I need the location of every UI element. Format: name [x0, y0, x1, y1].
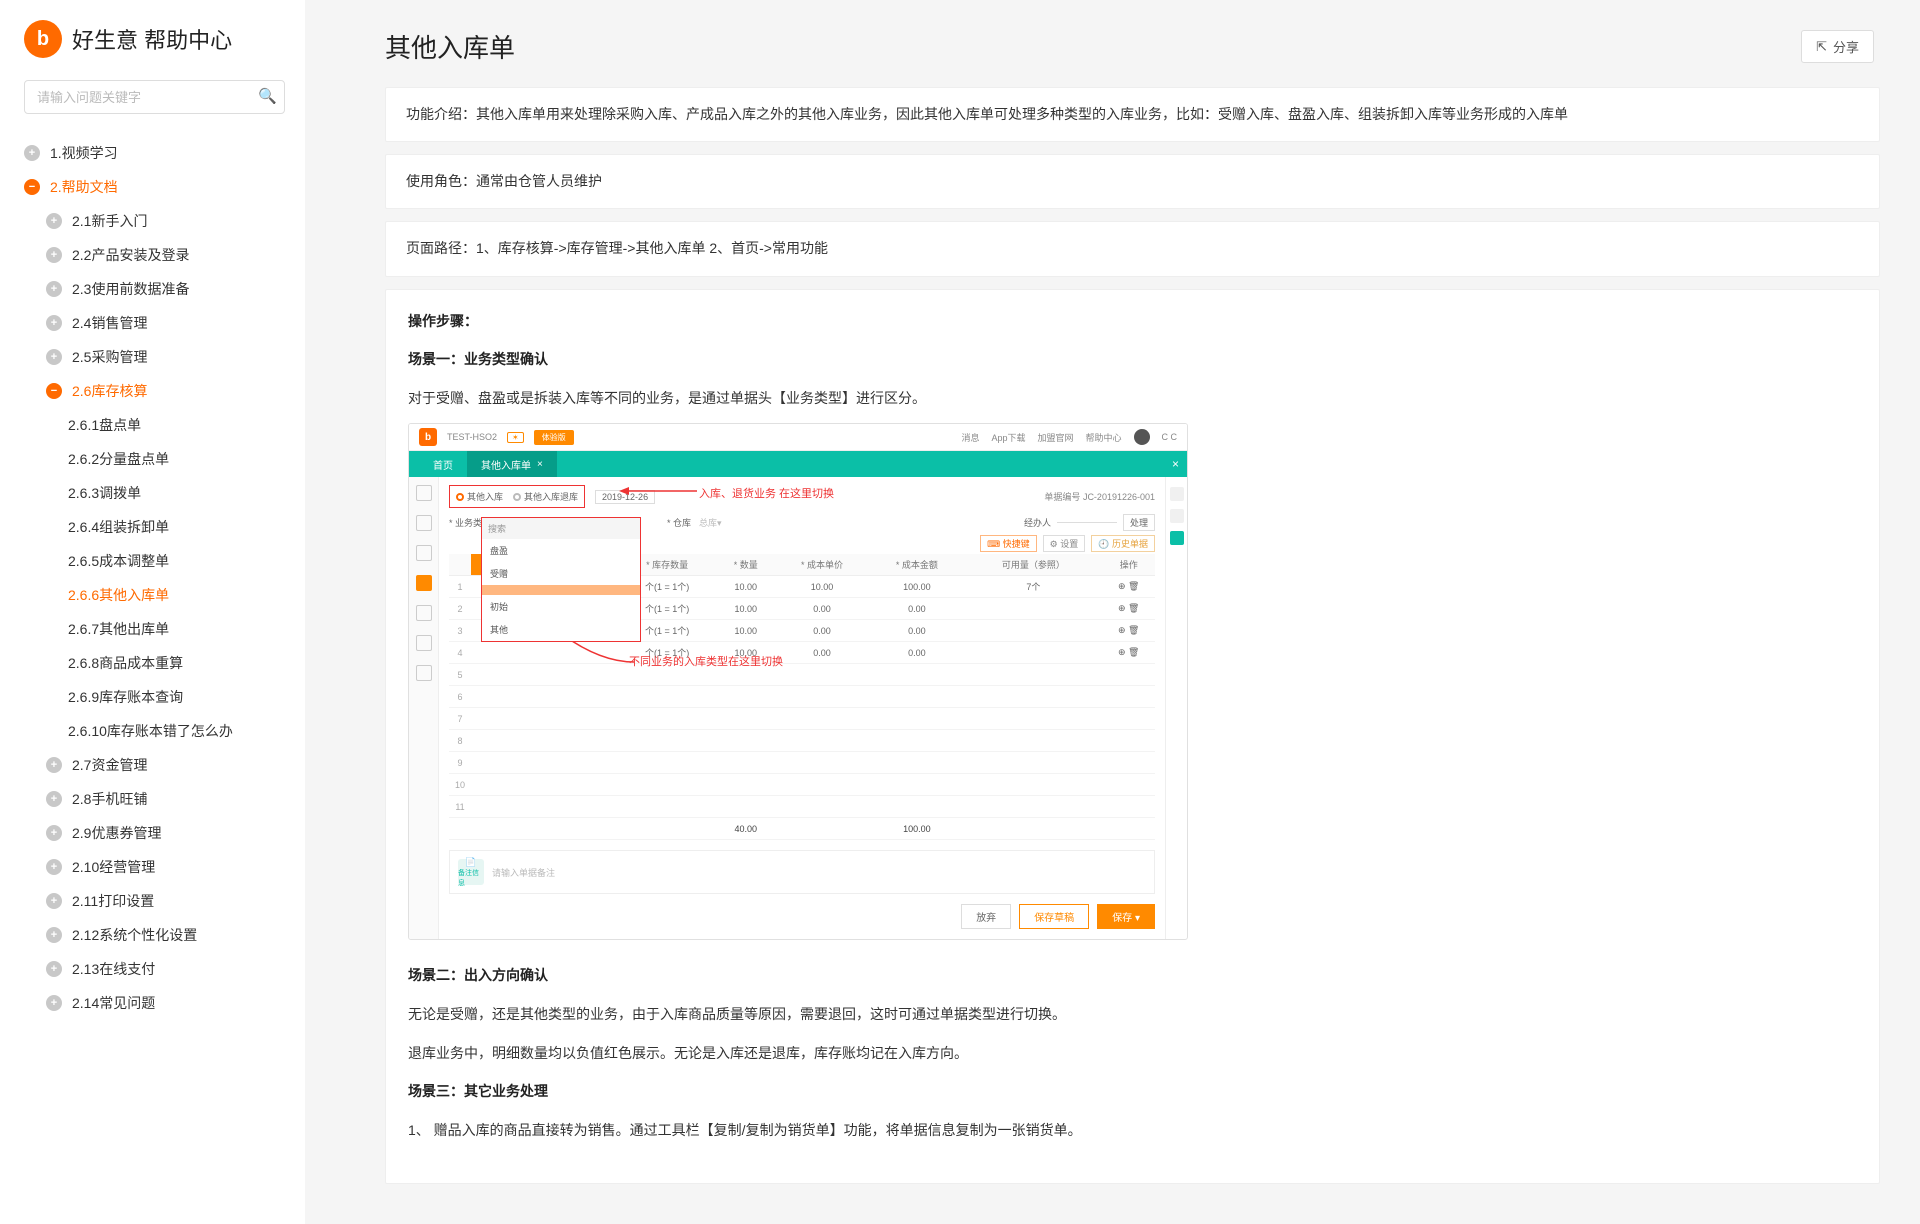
nav-2-6-1[interactable]: 2.6.1盘点单	[24, 408, 285, 442]
nav-2-6-2[interactable]: 2.6.2分量盘点单	[24, 442, 285, 476]
plus-icon: +	[46, 927, 62, 943]
minus-icon: −	[24, 179, 40, 195]
plus-icon: +	[46, 757, 62, 773]
nav-2-6-10[interactable]: 2.6.10库存账本错了怎么办	[24, 714, 285, 748]
embedded-screenshot: b TEST-HSO2 ✶ 体验版 消息 App下载 加盟官网 帮助中心 C C…	[408, 423, 1188, 940]
nav-2-4[interactable]: +2.4销售管理	[24, 306, 285, 340]
plus-icon: +	[46, 859, 62, 875]
nav-docs[interactable]: −2.帮助文档	[24, 170, 285, 204]
nav-2-6-7[interactable]: 2.6.7其他出库单	[24, 612, 285, 646]
plus-icon: +	[46, 961, 62, 977]
minus-icon: −	[46, 383, 62, 399]
nav-2-9[interactable]: +2.9优惠券管理	[24, 816, 285, 850]
plus-icon: +	[46, 213, 62, 229]
discard-button: 放弃	[961, 904, 1011, 929]
avatar-icon	[1134, 429, 1150, 445]
nav-2-3[interactable]: +2.3使用前数据准备	[24, 272, 285, 306]
nav-2-6-4[interactable]: 2.6.4组装拆卸单	[24, 510, 285, 544]
radio-in: 其他入库	[456, 490, 503, 503]
rail-active-icon	[416, 575, 432, 591]
plus-icon: +	[24, 145, 40, 161]
plus-icon: +	[46, 349, 62, 365]
search-icon: 🔍	[258, 88, 277, 105]
nav-2-6-9[interactable]: 2.6.9库存账本查询	[24, 680, 285, 714]
nav-2-2[interactable]: +2.2产品安装及登录	[24, 238, 285, 272]
nav-2-12[interactable]: +2.12系统个性化设置	[24, 918, 285, 952]
nav-2-7[interactable]: +2.7资金管理	[24, 748, 285, 782]
scene1-title: 场景一：业务类型确认	[408, 346, 1857, 373]
nav-video[interactable]: +1.视频学习	[24, 136, 285, 170]
nav-tree: +1.视频学习 −2.帮助文档 +2.1新手入门 +2.2产品安装及登录 +2.…	[24, 136, 285, 1020]
search-input[interactable]	[24, 80, 285, 114]
tab-current: 其他入库单×	[467, 451, 557, 477]
steps-label: 操作步骤：	[408, 308, 1857, 335]
radio-return: 其他入库退库	[513, 490, 578, 503]
nav-2-6-6[interactable]: 2.6.6其他入库单	[24, 578, 285, 612]
steps-box: 操作步骤： 场景一：业务类型确认 对于受赠、盘盈或是拆装入库等不同的业务，是通过…	[385, 289, 1880, 1185]
share-icon: ⇱	[1816, 39, 1827, 55]
search-button[interactable]: 🔍	[258, 87, 277, 105]
close-icon: ×	[1172, 457, 1179, 471]
plus-icon: +	[46, 315, 62, 331]
scene2-text2: 退库业务中，明细数量均以负值红色展示。无论是入库还是退库，库存账均记在入库方向。	[408, 1040, 1857, 1067]
annotation-2: 不同业务的入库类型在这里切换	[629, 653, 783, 669]
plus-icon: +	[46, 893, 62, 909]
nav-2-6-3[interactable]: 2.6.3调拨单	[24, 476, 285, 510]
left-rail	[409, 477, 439, 939]
draft-button: 保存草稿	[1019, 904, 1089, 929]
scene3-title: 场景三：其它业务处理	[408, 1078, 1857, 1105]
share-button[interactable]: ⇱分享	[1801, 30, 1874, 63]
tab-home: 首页	[419, 451, 467, 477]
sidebar: b 好生意 帮助中心 🔍 +1.视频学习 −2.帮助文档 +2.1新手入门 +2…	[0, 0, 305, 1224]
app-logo-icon: b	[419, 428, 437, 446]
scene1-text: 对于受赠、盘盈或是拆装入库等不同的业务，是通过单据头【业务类型】进行区分。	[408, 385, 1857, 412]
remark-box: 📄备注信息 请输入单据备注	[449, 850, 1155, 894]
nav-2-6-8[interactable]: 2.6.8商品成本重算	[24, 646, 285, 680]
path-box: 页面路径：1、库存核算->库存管理->其他入库单 2、首页->常用功能	[385, 221, 1880, 276]
brand-text: 好生意 帮助中心	[72, 23, 232, 55]
nav-2-10[interactable]: +2.10经营管理	[24, 850, 285, 884]
plus-icon: +	[46, 791, 62, 807]
plus-icon: +	[46, 281, 62, 297]
plus-icon: +	[46, 825, 62, 841]
page-title: 其他入库单	[385, 28, 515, 65]
save-button: 保存 ▾	[1097, 904, 1155, 929]
main-content: 其他入库单 ⇱分享 功能介绍：其他入库单用来处理除采购入库、产成品入库之外的其他…	[305, 0, 1920, 1224]
right-rail	[1165, 477, 1187, 939]
scene3-text: 1、 赠品入库的商品直接转为销售。通过工具栏【复制/复制为销货单】功能，将单据信…	[408, 1117, 1857, 1144]
biztype-dropdown: 搜索 盘盈 受赠 初始 其他	[481, 517, 641, 642]
search-wrap: 🔍	[24, 80, 285, 114]
plus-icon: +	[46, 247, 62, 263]
nav-2-8[interactable]: +2.8手机旺铺	[24, 782, 285, 816]
logo-icon: b	[24, 20, 62, 58]
nav-2-6-5[interactable]: 2.6.5成本调整单	[24, 544, 285, 578]
env-label: TEST-HSO2	[447, 432, 497, 442]
doc-type-redbox: 其他入库 其他入库退库	[449, 485, 585, 508]
remark-icon: 📄备注信息	[458, 859, 484, 885]
scene2-title: 场景二：出入方向确认	[408, 962, 1857, 989]
intro-box: 功能介绍：其他入库单用来处理除采购入库、产成品入库之外的其他入库业务，因此其他入…	[385, 87, 1880, 142]
nav-2-1[interactable]: +2.1新手入门	[24, 204, 285, 238]
date-field: 2019-12-26	[595, 490, 655, 504]
nav-2-5[interactable]: +2.5采购管理	[24, 340, 285, 374]
top-msg: 消息	[961, 431, 979, 444]
nav-2-11[interactable]: +2.11打印设置	[24, 884, 285, 918]
role-box: 使用角色：通常由仓管人员维护	[385, 154, 1880, 209]
nav-2-6[interactable]: −2.6库存核算	[24, 374, 285, 408]
brand: b 好生意 帮助中心	[24, 20, 285, 58]
nav-2-13[interactable]: +2.13在线支付	[24, 952, 285, 986]
nav-2-14[interactable]: +2.14常见问题	[24, 986, 285, 1020]
close-icon: ×	[537, 459, 543, 470]
plus-icon: +	[46, 995, 62, 1011]
annotation-1: 入库、退货业务 在这里切换	[699, 485, 834, 501]
scene2-text1: 无论是受赠，还是其他类型的业务，由于入库商品质量等原因，需要退回，这时可通过单据…	[408, 1001, 1857, 1028]
